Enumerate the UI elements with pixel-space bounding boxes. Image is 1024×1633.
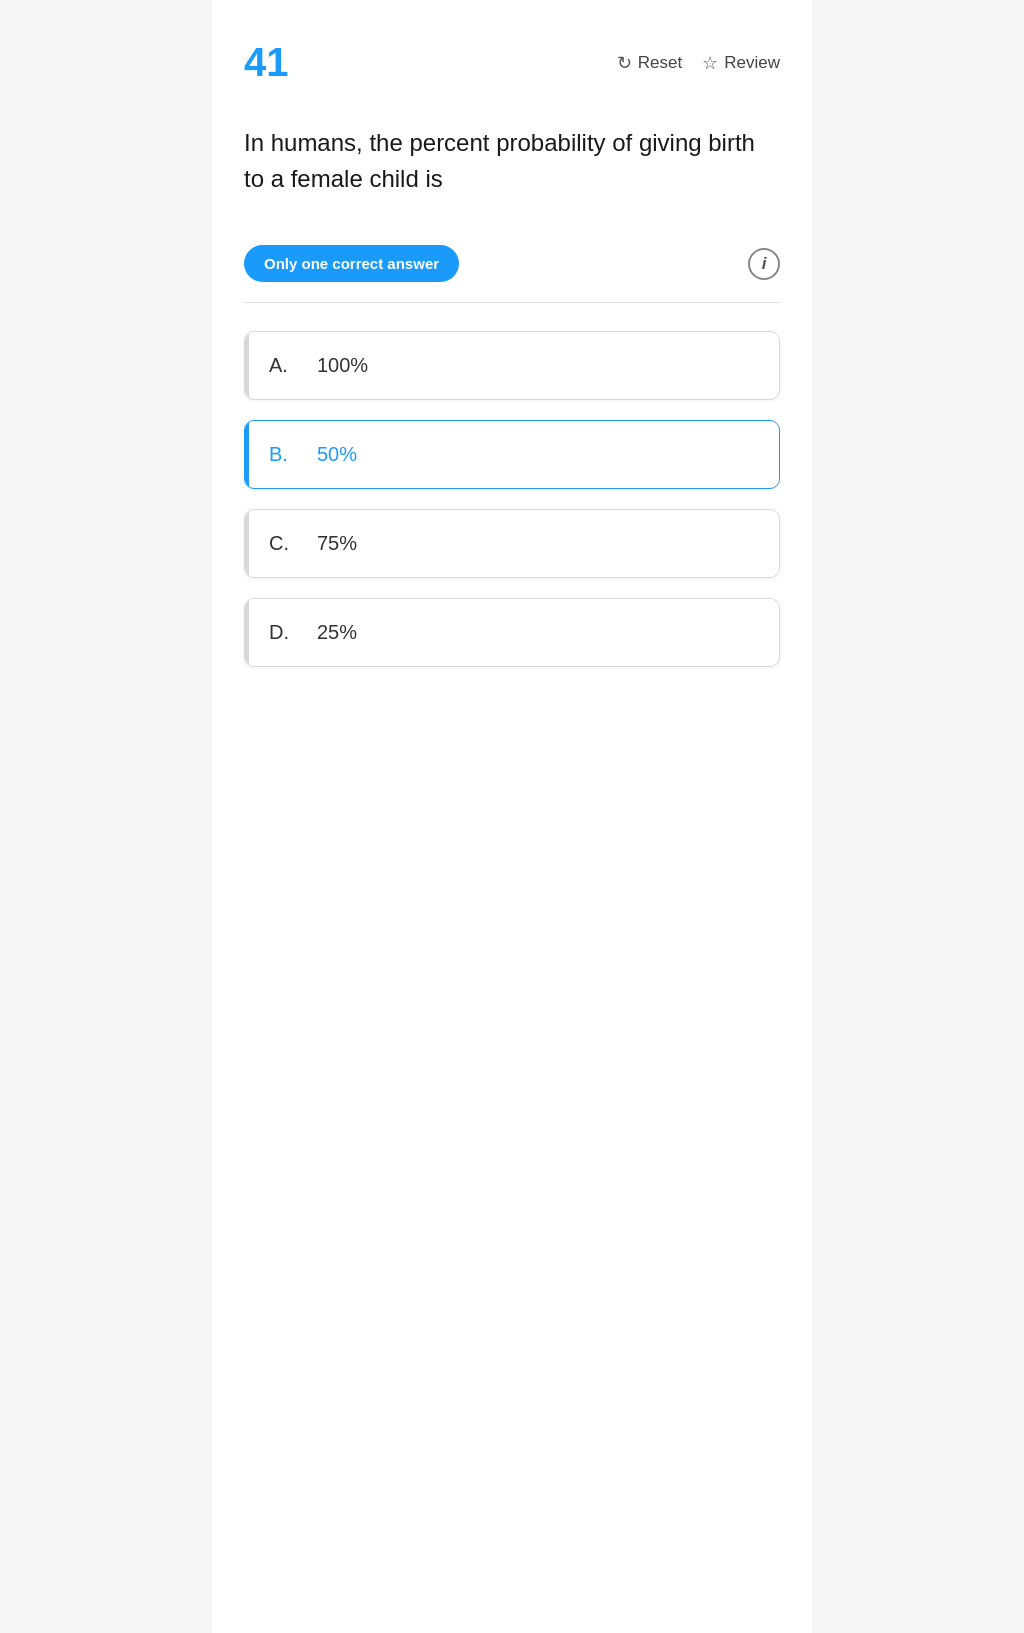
- option-a[interactable]: A. 100%: [244, 331, 780, 400]
- option-b-letter: B.: [269, 443, 297, 466]
- option-d-letter: D.: [269, 621, 297, 644]
- only-one-badge: Only one correct answer: [244, 245, 459, 282]
- options-list: A. 100% B. 50% C. 75% D. 25%: [244, 331, 780, 667]
- option-a-value: 100%: [317, 354, 368, 377]
- info-icon[interactable]: i: [748, 248, 780, 280]
- question-number: 41: [244, 40, 289, 85]
- option-a-letter: A.: [269, 354, 297, 377]
- option-d-value: 25%: [317, 621, 357, 644]
- header-actions: ↻ Reset ☆ Review: [617, 52, 780, 74]
- reset-icon: ↻: [617, 52, 632, 74]
- review-label: Review: [724, 53, 780, 73]
- reset-button[interactable]: ↻ Reset: [617, 52, 682, 74]
- option-c[interactable]: C. 75%: [244, 509, 780, 578]
- page-container: 41 ↻ Reset ☆ Review In humans, the perce…: [212, 0, 812, 1633]
- option-c-letter: C.: [269, 532, 297, 555]
- option-b[interactable]: B. 50%: [244, 420, 780, 489]
- header: 41 ↻ Reset ☆ Review: [244, 40, 780, 85]
- reset-label: Reset: [638, 53, 682, 73]
- review-button[interactable]: ☆ Review: [702, 52, 780, 74]
- badge-row: Only one correct answer i: [244, 245, 780, 282]
- option-d[interactable]: D. 25%: [244, 598, 780, 667]
- star-icon: ☆: [702, 52, 718, 74]
- option-b-value: 50%: [317, 443, 357, 466]
- question-text: In humans, the percent probability of gi…: [244, 125, 780, 197]
- divider: [244, 302, 780, 303]
- option-c-value: 75%: [317, 532, 357, 555]
